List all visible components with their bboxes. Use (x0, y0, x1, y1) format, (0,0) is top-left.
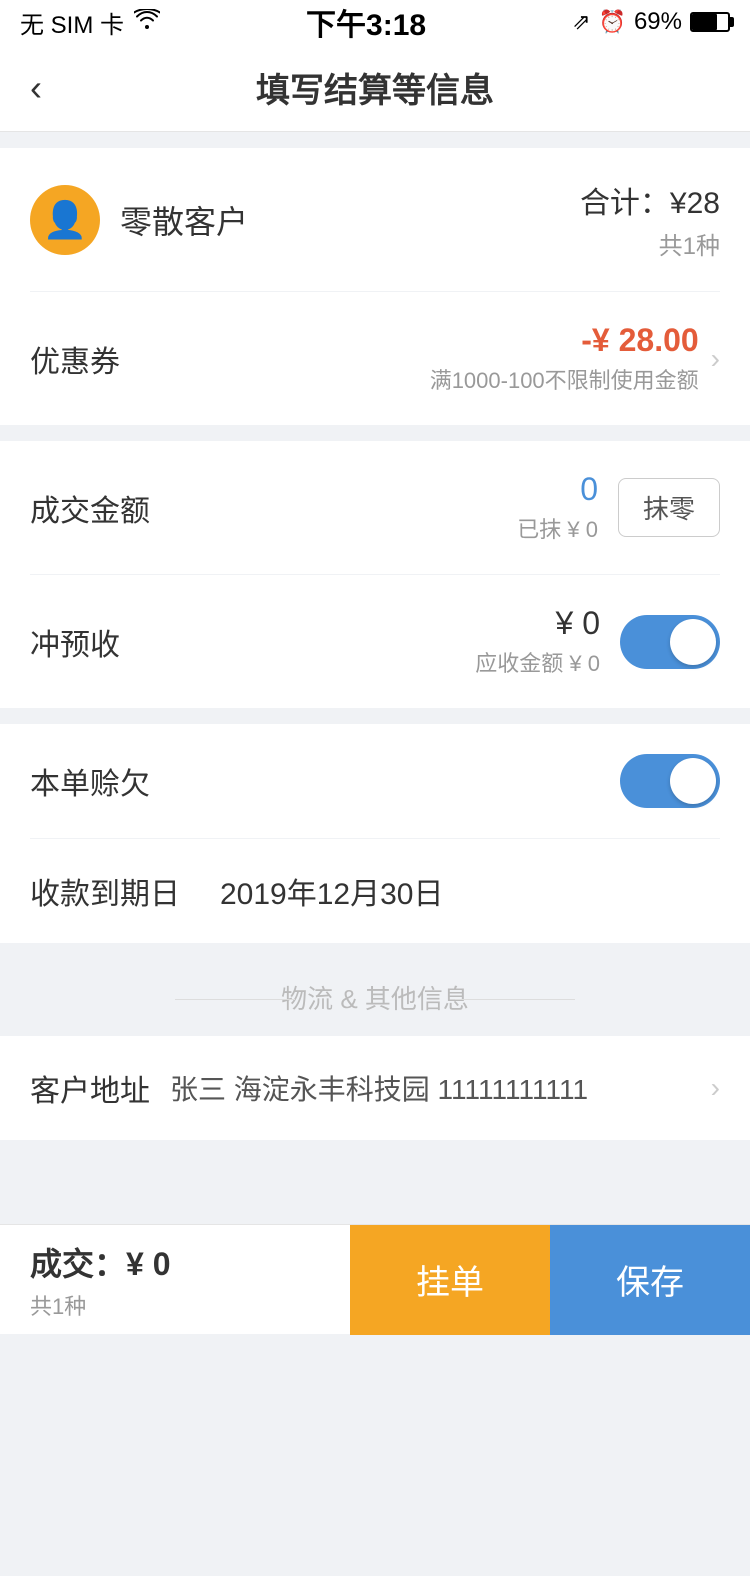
avatar-icon: 👤 (43, 199, 88, 241)
round-off-button[interactable]: 抹零 (618, 478, 720, 537)
customer-name: 零散客户 (120, 197, 248, 243)
save-button[interactable]: 保存 (550, 1225, 750, 1335)
due-date-value[interactable]: 2019年12月30日 (220, 869, 443, 913)
nav-bar: ‹ 填写结算等信息 (0, 44, 750, 132)
deal-amount: ¥ 0 (126, 1246, 170, 1282)
address-chevron-right-icon: › (711, 1072, 720, 1104)
deal-amount-value[interactable]: 0 (517, 471, 598, 508)
transaction-section: 成交金额 0 已抹 ¥ 0 抹零 冲预收 ¥ 0 应收金额 ¥ 0 (0, 441, 750, 708)
address-section: 客户地址 张三 海淀永丰科技园 11111111111 › (0, 1036, 750, 1140)
bottom-bar: 成交：¥ 0 共1种 挂单 保存 (0, 1224, 750, 1334)
back-button[interactable]: ‹ (30, 67, 42, 109)
coupon-label: 优惠券 (30, 337, 120, 381)
customer-card: 👤 零散客户 合计：¥28 共1种 优惠券 -¥ 28.00 满1000-100… (0, 148, 750, 425)
address-value: 张三 海淀永丰科技园 11111111111 (150, 1068, 711, 1108)
debit-section: 本单赊欠 收款到期日 2019年12月30日 (0, 724, 750, 943)
status-right: ⇗ ⏰ 69% (572, 8, 730, 36)
content-area: 👤 零散客户 合计：¥28 共1种 优惠券 -¥ 28.00 满1000-100… (0, 148, 750, 1576)
location-icon: ⇗ (572, 9, 590, 35)
coupon-content: -¥ 28.00 满1000-100不限制使用金额 (430, 322, 699, 395)
debit-label: 本单赊欠 (30, 759, 150, 803)
coupon-right: -¥ 28.00 满1000-100不限制使用金额 › (430, 322, 720, 395)
deal-label: 成交： (30, 1246, 126, 1282)
bottom-count: 共1种 (30, 1289, 320, 1321)
prepayment-sub: 应收金额 ¥ 0 (475, 646, 600, 678)
prepayment-value-group: ¥ 0 应收金额 ¥ 0 (475, 605, 600, 678)
customer-row: 👤 零散客户 合计：¥28 共1种 (0, 148, 750, 291)
deal-amount-right: 0 已抹 ¥ 0 抹零 (150, 471, 720, 544)
page-title: 填写结算等信息 (256, 63, 494, 112)
coupon-discount: -¥ 28.00 (430, 322, 699, 359)
prepayment-label: 冲预收 (30, 620, 150, 664)
deal-amount-group: 0 已抹 ¥ 0 (517, 471, 598, 544)
prepayment-right: ¥ 0 应收金额 ¥ 0 (475, 605, 720, 678)
wifi-icon (134, 8, 160, 36)
coupon-chevron-right-icon: › (711, 343, 720, 375)
coupon-row[interactable]: 优惠券 -¥ 28.00 满1000-100不限制使用金额 › (0, 292, 750, 425)
customer-left: 👤 零散客户 (30, 185, 248, 255)
address-label: 客户地址 (30, 1066, 150, 1110)
debit-toggle[interactable] (620, 754, 720, 808)
status-bar: 无 SIM 卡 下午3:18 ⇗ ⏰ 69% (0, 0, 750, 44)
battery-icon (690, 12, 730, 32)
prepayment-value: ¥ 0 (475, 605, 600, 642)
prepayment-toggle-knob (670, 619, 716, 665)
alarm-icon: ⏰ (599, 9, 626, 35)
debit-toggle-knob (670, 758, 716, 804)
due-date-label: 收款到期日 (30, 869, 180, 913)
bottom-summary: 成交：¥ 0 共1种 (0, 1239, 350, 1321)
carrier-text: 无 SIM 卡 (20, 5, 124, 40)
prepayment-row: 冲预收 ¥ 0 应收金额 ¥ 0 (30, 575, 720, 708)
hold-button[interactable]: 挂单 (350, 1225, 550, 1335)
deal-amount-label: 成交金额 (30, 486, 150, 530)
customer-count: 共1种 (580, 226, 720, 261)
due-date-row: 收款到期日 2019年12月30日 (30, 839, 720, 943)
customer-total: 合计：¥28 (580, 178, 720, 222)
customer-right: 合计：¥28 共1种 (580, 178, 720, 261)
status-time: 下午3:18 (306, 0, 426, 44)
battery-text: 69% (634, 8, 682, 36)
deal-amount-row: 成交金额 0 已抹 ¥ 0 抹零 (30, 441, 720, 575)
bottom-deal-amount: 成交：¥ 0 (30, 1239, 320, 1285)
status-left: 无 SIM 卡 (20, 5, 160, 40)
logistics-divider: 物流 & 其他信息 (0, 959, 750, 1036)
address-row[interactable]: 客户地址 张三 海淀永丰科技园 11111111111 › (30, 1036, 720, 1140)
logistics-title: 物流 & 其他信息 (281, 984, 469, 1014)
prepayment-toggle[interactable] (620, 615, 720, 669)
coupon-desc: 满1000-100不限制使用金额 (430, 363, 699, 395)
debit-row: 本单赊欠 (30, 724, 720, 839)
customer-avatar: 👤 (30, 185, 100, 255)
deal-amount-sub: 已抹 ¥ 0 (517, 512, 598, 544)
